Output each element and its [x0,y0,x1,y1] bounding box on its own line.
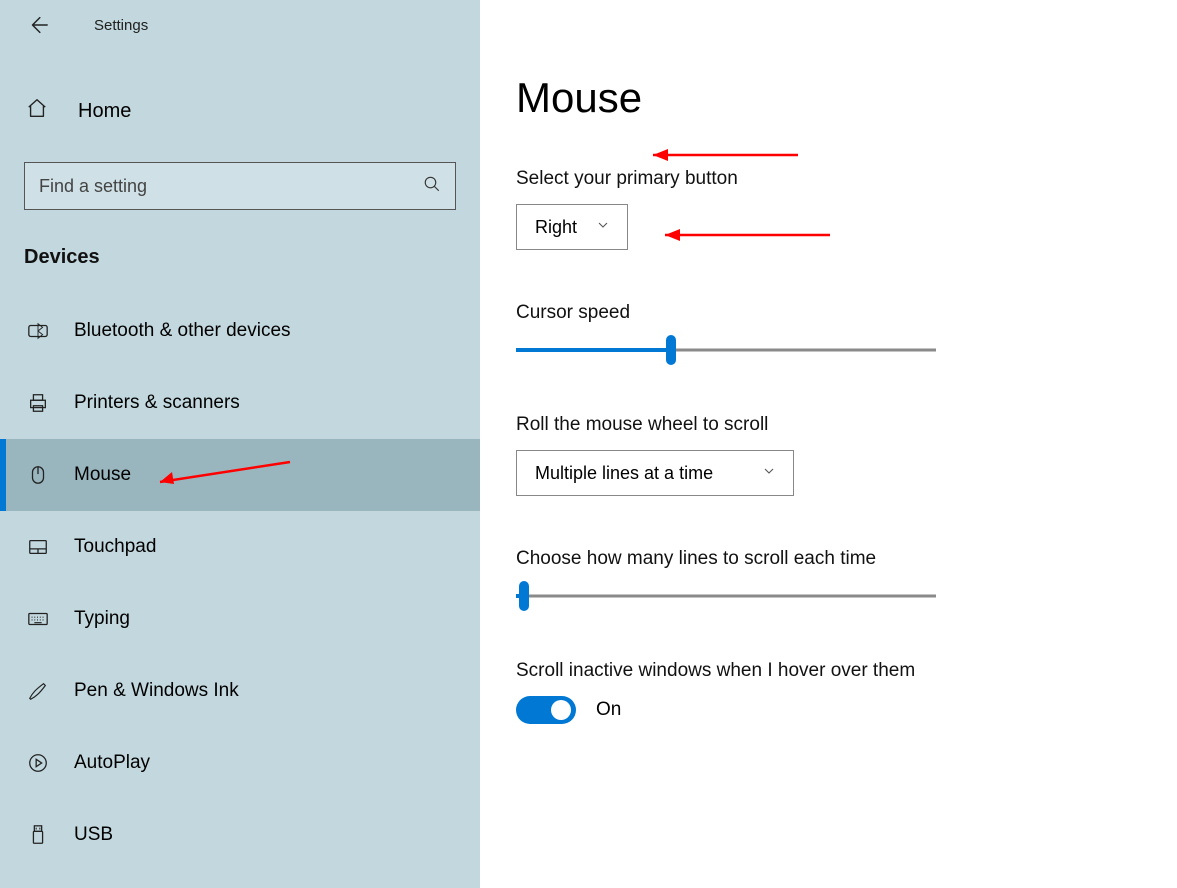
primary-button-dropdown[interactable]: Right [516,204,628,250]
app-title: Settings [94,17,148,34]
search-input[interactable] [39,176,423,197]
inactive-hover-setting: Scroll inactive windows when I hover ove… [516,660,1137,724]
cursor-speed-label: Cursor speed [516,302,1137,324]
nav-label: Typing [74,608,130,630]
lines-scroll-label: Choose how many lines to scroll each tim… [516,548,1137,570]
back-button[interactable] [26,13,50,37]
printer-icon [26,391,50,415]
main-content: Mouse Select your primary button Right C… [480,0,1177,888]
annotation-arrow-icon [638,140,808,170]
wheel-scroll-value: Multiple lines at a time [535,463,713,484]
wheel-scroll-setting: Roll the mouse wheel to scroll Multiple … [516,414,1137,496]
usb-icon [26,823,50,847]
wheel-scroll-dropdown[interactable]: Multiple lines at a time [516,450,794,496]
nav-label: Mouse [74,464,131,486]
home-icon [26,97,48,125]
primary-button-value: Right [535,217,577,238]
search-box[interactable] [24,162,456,210]
pen-icon [26,679,50,703]
primary-button-label: Select your primary button [516,168,1137,190]
inactive-hover-label: Scroll inactive windows when I hover ove… [516,660,1137,682]
nav-item-bluetooth[interactable]: Bluetooth & other devices [0,295,480,367]
nav-item-pen[interactable]: Pen & Windows Ink [0,655,480,727]
cursor-speed-setting: Cursor speed [516,302,1137,362]
chevron-down-icon [761,463,777,484]
nav-item-mouse[interactable]: Mouse [0,439,480,511]
nav-item-usb[interactable]: USB [0,799,480,871]
nav-item-typing[interactable]: Typing [0,583,480,655]
lines-scroll-setting: Choose how many lines to scroll each tim… [516,548,1137,608]
keyboard-icon [26,607,50,631]
inactive-hover-toggle[interactable] [516,696,576,724]
sidebar: Settings Home Devices Bluetooth & other … [0,0,480,888]
nav-item-touchpad[interactable]: Touchpad [0,511,480,583]
nav-item-printers[interactable]: Printers & scanners [0,367,480,439]
wheel-scroll-label: Roll the mouse wheel to scroll [516,414,1137,436]
search-icon [423,175,441,197]
nav-item-autoplay[interactable]: AutoPlay [0,727,480,799]
nav-label: USB [74,824,113,846]
primary-button-setting: Select your primary button Right [516,168,1137,250]
autoplay-icon [26,751,50,775]
mouse-icon [26,463,50,487]
nav-label: Touchpad [74,536,156,558]
touchpad-icon [26,535,50,559]
nav-label: AutoPlay [74,752,150,774]
nav-label: Printers & scanners [74,392,240,414]
page-title: Mouse [516,74,1137,122]
home-nav[interactable]: Home [0,84,480,138]
inactive-hover-state: On [596,699,621,721]
lines-scroll-slider[interactable] [516,584,936,608]
bluetooth-icon [26,319,50,343]
home-label: Home [78,100,131,123]
cursor-speed-slider[interactable] [516,338,936,362]
nav-list: Bluetooth & other devices Printers & sca… [0,295,480,871]
chevron-down-icon [595,217,611,238]
nav-label: Bluetooth & other devices [74,320,291,342]
devices-section-header: Devices [24,246,480,269]
nav-label: Pen & Windows Ink [74,680,239,702]
